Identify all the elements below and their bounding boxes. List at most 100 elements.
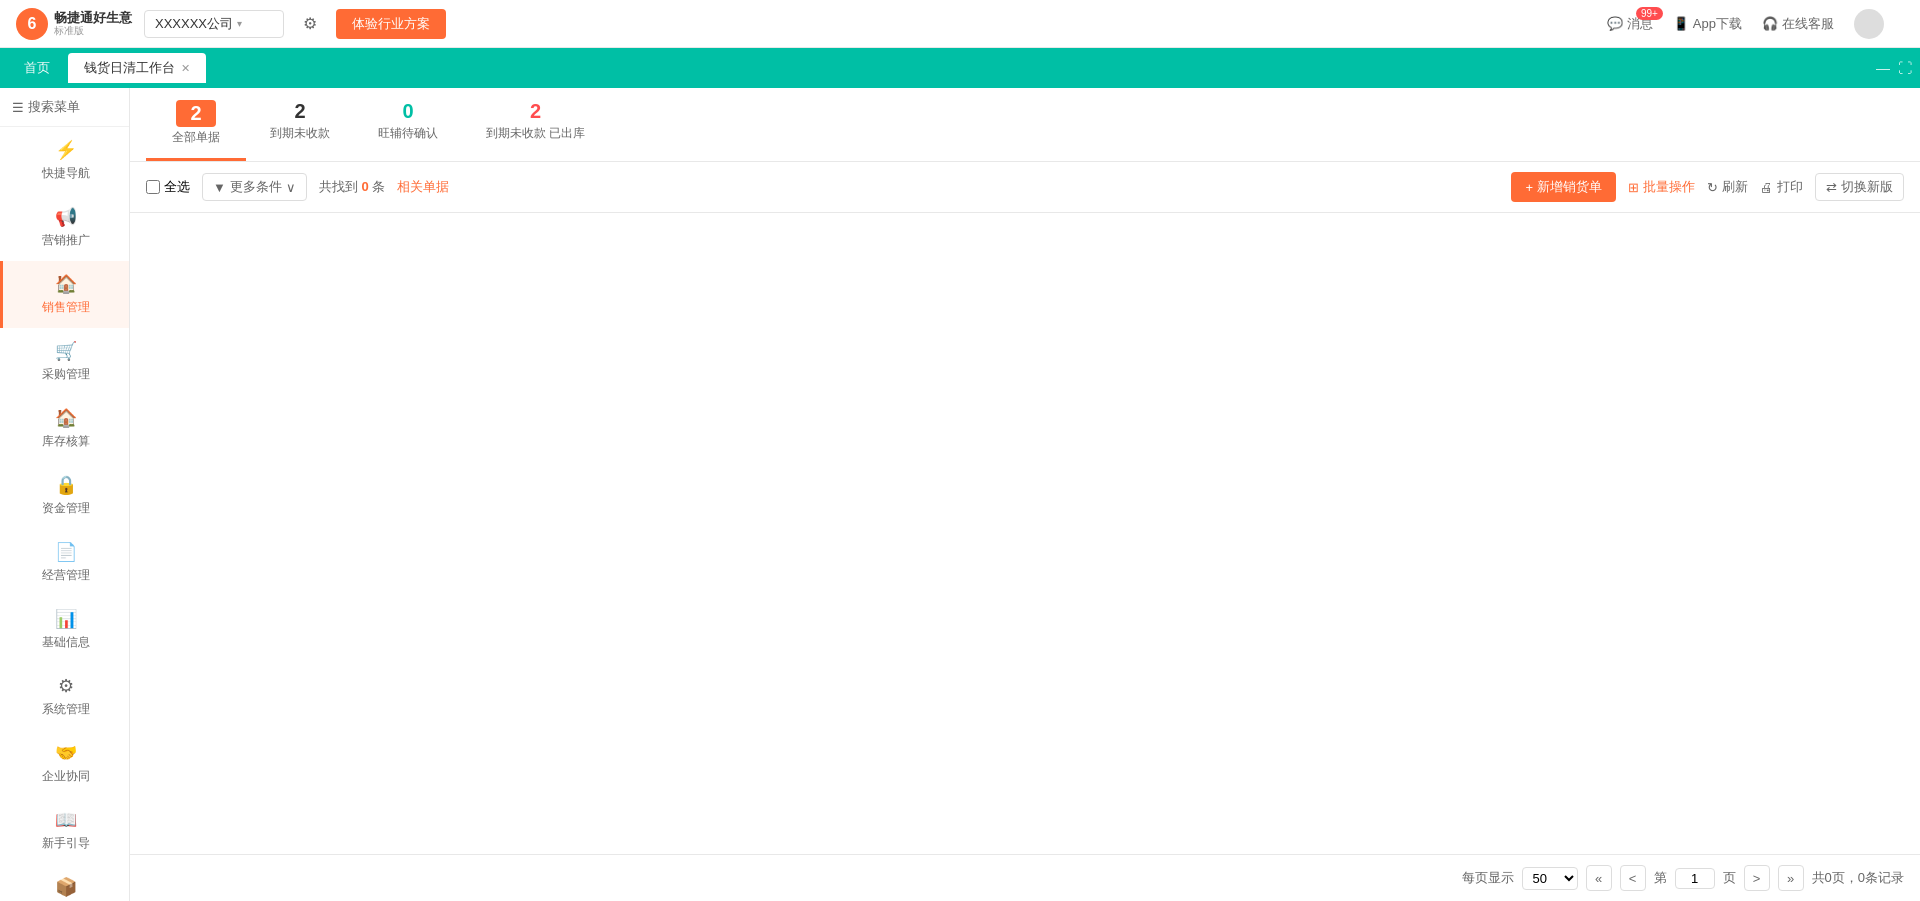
system-icon: ⚙ bbox=[58, 675, 74, 697]
sidebar-item-system[interactable]: ⚙ 系统管理 bbox=[0, 663, 129, 730]
sidebar-item-label: 销售管理 bbox=[42, 299, 90, 316]
inventory-icon: 🏠 bbox=[55, 407, 77, 429]
sidebar: ☰ 搜索菜单 ⚡ 快捷导航 📢 营销推广 🏠 销售管理 🛒 采购管理 🏠 库存核… bbox=[0, 88, 130, 901]
per-page-select[interactable]: 50 10 20 100 bbox=[1522, 867, 1578, 890]
sidebar-item-label: 采购管理 bbox=[42, 366, 90, 383]
stat-tab-shipped[interactable]: 2 到期未收款 已出库 bbox=[462, 88, 609, 161]
total-info: 共0页，0条记录 bbox=[1812, 869, 1904, 887]
table-area bbox=[130, 213, 1920, 854]
tab-workbench-label: 钱货日清工作台 bbox=[84, 59, 175, 77]
toolbar-right: + 新增销货单 ⊞ 批量操作 ↻ 刷新 🖨 打印 ⇄ 切换新版 bbox=[1511, 172, 1904, 202]
sales-icon: 🏠 bbox=[55, 273, 77, 295]
app-logo-icon: 6 bbox=[16, 8, 48, 40]
sidebar-item-purchase[interactable]: 🛒 采购管理 bbox=[0, 328, 129, 395]
stat-tab-wang[interactable]: 0 旺辅待确认 bbox=[354, 88, 462, 161]
first-page-icon: « bbox=[1595, 871, 1602, 886]
message-button[interactable]: 💬 消息 99+ bbox=[1607, 15, 1653, 33]
add-sale-order-button[interactable]: + 新增销货单 bbox=[1511, 172, 1616, 202]
print-button[interactable]: 🖨 打印 bbox=[1760, 178, 1803, 196]
company-selector[interactable]: XXXXXX公司 ▾ bbox=[144, 10, 284, 38]
sidebar-item-label: 快捷导航 bbox=[42, 165, 90, 182]
enterprise-icon: 🤝 bbox=[55, 742, 77, 764]
sidebar-item-guide[interactable]: 📖 新手引导 bbox=[0, 797, 129, 864]
switch-icon: ⇄ bbox=[1826, 180, 1837, 195]
tab-bar: 首页 钱货日清工作台 ✕ — ⛶ bbox=[0, 48, 1920, 88]
per-page-label: 每页显示 bbox=[1462, 869, 1514, 887]
service-icon: 🎧 bbox=[1762, 16, 1778, 31]
tab-workbench[interactable]: 钱货日清工作台 ✕ bbox=[68, 53, 206, 83]
found-text: 共找到 0 条 bbox=[319, 178, 385, 196]
online-service-button[interactable]: 🎧 在线客服 bbox=[1762, 15, 1834, 33]
message-badge: 99+ bbox=[1636, 7, 1663, 20]
chevron-down-icon: ▾ bbox=[237, 18, 242, 29]
sidebar-item-marketing[interactable]: 📢 营销推广 bbox=[0, 194, 129, 261]
lightning-icon: ⚡ bbox=[55, 139, 77, 161]
page-number-input[interactable] bbox=[1675, 868, 1715, 889]
sidebar-item-label: 基础信息 bbox=[42, 634, 90, 651]
message-icon: 💬 bbox=[1607, 16, 1623, 31]
toolbar-left: 全选 ▼ 更多条件 ∨ 共找到 0 条 相关单据 bbox=[146, 173, 449, 201]
batch-operations-button[interactable]: ⊞ 批量操作 bbox=[1628, 178, 1695, 196]
maximize-icon[interactable]: ⛶ bbox=[1898, 60, 1912, 76]
next-page-button[interactable]: > bbox=[1744, 865, 1770, 891]
sidebar-search[interactable]: ☰ 搜索菜单 bbox=[0, 88, 129, 127]
sidebar-item-base-info[interactable]: 📊 基础信息 bbox=[0, 596, 129, 663]
guide-icon: 📖 bbox=[55, 809, 77, 831]
stats-tabs: 2 全部单据 2 到期未收款 0 旺辅待确认 2 到期未收款 已出库 bbox=[130, 88, 1920, 162]
empty-area bbox=[130, 213, 1920, 854]
chevron-icon: ∨ bbox=[286, 180, 296, 195]
gear-icon: ⚙ bbox=[303, 14, 317, 33]
page-label: 第 bbox=[1654, 869, 1667, 887]
filter-icon: ▼ bbox=[213, 180, 226, 195]
sidebar-item-inventory[interactable]: 🏠 库存核算 bbox=[0, 395, 129, 462]
stat-label-overdue: 到期未收款 bbox=[270, 125, 330, 142]
tab-home[interactable]: 首页 bbox=[8, 53, 66, 83]
tab-home-label: 首页 bbox=[24, 59, 50, 77]
sidebar-item-label: 新手引导 bbox=[42, 835, 90, 852]
related-records-button[interactable]: 相关单据 bbox=[397, 178, 449, 196]
download-icon: 📱 bbox=[1673, 16, 1689, 31]
first-page-button[interactable]: « bbox=[1586, 865, 1612, 891]
select-all-checkbox-label[interactable]: 全选 bbox=[146, 178, 190, 196]
sidebar-item-label: 系统管理 bbox=[42, 701, 90, 718]
app-download-button[interactable]: 📱 App下载 bbox=[1673, 15, 1742, 33]
stat-tab-overdue[interactable]: 2 到期未收款 bbox=[246, 88, 354, 161]
sidebar-item-quick-nav[interactable]: ⚡ 快捷导航 bbox=[0, 127, 129, 194]
print-icon: 🖨 bbox=[1760, 180, 1773, 195]
sidebar-item-sales[interactable]: 🏠 销售管理 bbox=[0, 261, 129, 328]
refresh-button[interactable]: ↻ 刷新 bbox=[1707, 178, 1748, 196]
batch-icon: ⊞ bbox=[1628, 180, 1639, 195]
tab-close-icon[interactable]: ✕ bbox=[181, 62, 190, 75]
finance-icon: 🔒 bbox=[55, 474, 77, 496]
pagination: 每页显示 50 10 20 100 « < 第 页 > » 共0页，0条记录 bbox=[130, 854, 1920, 901]
trial-button[interactable]: 体验行业方案 bbox=[336, 9, 446, 39]
operations-icon: 📄 bbox=[55, 541, 77, 563]
sidebar-item-finance[interactable]: 🔒 资金管理 bbox=[0, 462, 129, 529]
sidebar-item-apps[interactable]: 📦 应用中心 bbox=[0, 864, 129, 901]
settings-button[interactable]: ⚙ bbox=[296, 10, 324, 38]
sidebar-item-enterprise[interactable]: 🤝 企业协同 bbox=[0, 730, 129, 797]
prev-page-button[interactable]: < bbox=[1620, 865, 1646, 891]
apps-icon: 📦 bbox=[55, 876, 77, 898]
header-right: 💬 消息 99+ 📱 App下载 🎧 在线客服 bbox=[1607, 9, 1904, 39]
stat-label-shipped: 到期未收款 已出库 bbox=[486, 125, 585, 142]
sidebar-item-operations[interactable]: 📄 经营管理 bbox=[0, 529, 129, 596]
minimize-icon[interactable]: — bbox=[1876, 60, 1890, 76]
search-icon: ☰ bbox=[12, 100, 24, 115]
filter-button[interactable]: ▼ 更多条件 ∨ bbox=[202, 173, 307, 201]
stat-label-all: 全部单据 bbox=[172, 129, 220, 146]
stat-label-wang: 旺辅待确认 bbox=[378, 125, 438, 142]
sidebar-search-label: 搜索菜单 bbox=[28, 98, 80, 116]
stat-count-shipped: 2 bbox=[530, 100, 541, 123]
main-layout: ☰ 搜索菜单 ⚡ 快捷导航 📢 营销推广 🏠 销售管理 🛒 采购管理 🏠 库存核… bbox=[0, 88, 1920, 901]
purchase-icon: 🛒 bbox=[55, 340, 77, 362]
sidebar-item-label: 资金管理 bbox=[42, 500, 90, 517]
stat-tab-all[interactable]: 2 全部单据 bbox=[146, 88, 246, 161]
select-all-checkbox[interactable] bbox=[146, 180, 160, 194]
company-name: XXXXXX公司 bbox=[155, 15, 233, 33]
switch-version-button[interactable]: ⇄ 切换新版 bbox=[1815, 173, 1904, 201]
last-page-button[interactable]: » bbox=[1778, 865, 1804, 891]
next-icon: > bbox=[1753, 871, 1761, 886]
avatar[interactable] bbox=[1854, 9, 1884, 39]
content-area: 2 全部单据 2 到期未收款 0 旺辅待确认 2 到期未收款 已出库 全选 bbox=[130, 88, 1920, 901]
